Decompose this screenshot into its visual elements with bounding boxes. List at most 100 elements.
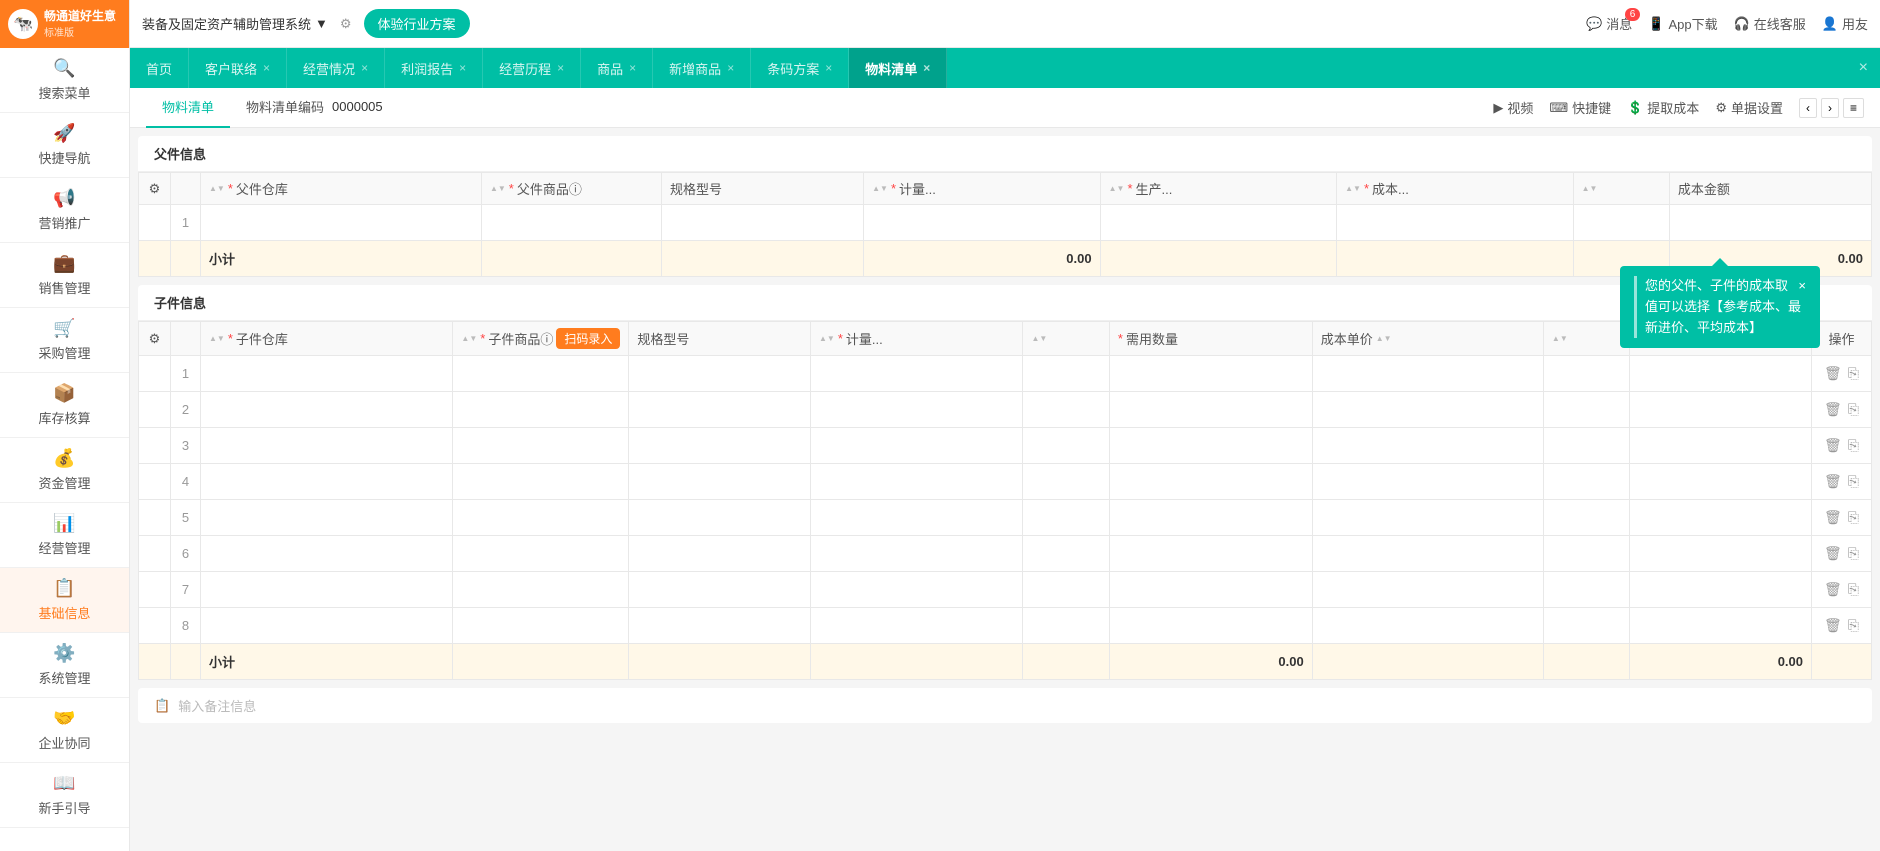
exp-btn[interactable]: 体验行业方案	[364, 9, 470, 38]
delete-row4-icon[interactable]: 🗑	[1824, 473, 1842, 490]
action-cost[interactable]: 💲提取成本	[1627, 98, 1699, 117]
child-row6-qty[interactable]	[810, 536, 1022, 572]
child-row1-qty[interactable]	[810, 356, 1022, 392]
settings-icon[interactable]: ⚙	[340, 16, 352, 32]
nav-tab-goods[interactable]: 商品×	[581, 48, 653, 88]
copy-row3-icon[interactable]: ⎘	[1848, 437, 1859, 454]
delete-row1-icon[interactable]: 🗑	[1824, 365, 1842, 382]
close-operations-icon[interactable]: ×	[361, 61, 368, 75]
child-row3-qty-needed[interactable]	[1109, 428, 1312, 464]
child-row6-product[interactable]	[453, 536, 629, 572]
nav-tab-barcode[interactable]: 条码方案×	[751, 48, 849, 88]
sidebar-item-marketing[interactable]: 📢营销推广	[0, 178, 129, 243]
list-btn[interactable]: ≡	[1843, 98, 1864, 118]
delete-row6-icon[interactable]: 🗑	[1824, 545, 1842, 562]
close-bom-icon[interactable]: ×	[923, 61, 930, 75]
copy-row1-icon[interactable]: ⎘	[1848, 365, 1859, 382]
topbar-app[interactable]: 📱App下载	[1648, 14, 1717, 33]
parent-row1-product[interactable]	[481, 205, 661, 241]
child-row4-warehouse[interactable]	[201, 464, 453, 500]
copy-row6-icon[interactable]: ⎘	[1848, 545, 1859, 562]
system-selector[interactable]: 装备及固定资产辅助管理系统 ▼	[142, 14, 328, 33]
child-row5-unit-cost[interactable]	[1312, 500, 1543, 536]
child-row8-warehouse[interactable]	[201, 608, 453, 644]
parent-row1-produce[interactable]	[1100, 205, 1337, 241]
prev-btn[interactable]: ‹	[1799, 98, 1817, 118]
child-row8-qty[interactable]	[810, 608, 1022, 644]
delete-row8-icon[interactable]: 🗑	[1824, 617, 1842, 634]
parent-row1-warehouse[interactable]	[201, 205, 482, 241]
copy-row8-icon[interactable]: ⎘	[1848, 617, 1859, 634]
close-history-icon[interactable]: ×	[557, 61, 564, 75]
child-row1-spec[interactable]	[629, 356, 811, 392]
child-row8-unit-cost[interactable]	[1312, 608, 1543, 644]
child-row5-qty-needed[interactable]	[1109, 500, 1312, 536]
child-row6-qty-needed[interactable]	[1109, 536, 1312, 572]
action-settings[interactable]: ⚙单据设置	[1715, 98, 1783, 117]
delete-row5-icon[interactable]: 🗑	[1824, 509, 1842, 526]
child-row6-spec[interactable]	[629, 536, 811, 572]
copy-row4-icon[interactable]: ⎘	[1848, 473, 1859, 490]
child-row6-unit-cost[interactable]	[1312, 536, 1543, 572]
topbar-service[interactable]: 🎧在线客服	[1734, 14, 1806, 33]
child-row4-unit-cost[interactable]	[1312, 464, 1543, 500]
sidebar-item-finance[interactable]: 💰资金管理	[0, 438, 129, 503]
child-th-settings[interactable]: ⚙	[139, 322, 171, 356]
parent-row1-qty[interactable]	[864, 205, 1101, 241]
child-row1-product[interactable]	[453, 356, 629, 392]
child-row7-spec[interactable]	[629, 572, 811, 608]
nav-tab-client[interactable]: 客户联络×	[189, 48, 287, 88]
parent-th-settings[interactable]: ⚙	[139, 173, 171, 205]
close-all-tabs-btn[interactable]: ×	[1847, 59, 1880, 77]
delete-row2-icon[interactable]: 🗑	[1824, 401, 1842, 418]
child-row3-qty[interactable]	[810, 428, 1022, 464]
child-row2-qty-needed[interactable]	[1109, 392, 1312, 428]
sidebar-item-sales[interactable]: 💼销售管理	[0, 243, 129, 308]
sidebar-item-search[interactable]: 🔍搜索菜单	[0, 48, 129, 113]
child-row5-qty[interactable]	[810, 500, 1022, 536]
child-row1-unit-cost[interactable]	[1312, 356, 1543, 392]
close-profit-icon[interactable]: ×	[459, 61, 466, 75]
action-video[interactable]: ▶视频	[1493, 98, 1533, 117]
child-row3-warehouse[interactable]	[201, 428, 453, 464]
copy-row7-icon[interactable]: ⎘	[1848, 581, 1859, 598]
parent-row1-cost[interactable]	[1337, 205, 1574, 241]
sidebar-item-inventory[interactable]: 📦库存核算	[0, 373, 129, 438]
sidebar-item-system[interactable]: ⚙️系统管理	[0, 633, 129, 698]
scan-btn[interactable]: 扫码录入	[556, 328, 620, 349]
child-row5-warehouse[interactable]	[201, 500, 453, 536]
topbar-msg[interactable]: 💬消息6	[1586, 14, 1632, 33]
child-row7-qty[interactable]	[810, 572, 1022, 608]
nav-tab-profit[interactable]: 利润报告×	[385, 48, 483, 88]
child-row2-product[interactable]	[453, 392, 629, 428]
child-row4-qty-needed[interactable]	[1109, 464, 1312, 500]
child-row7-qty-needed[interactable]	[1109, 572, 1312, 608]
child-row4-spec[interactable]	[629, 464, 811, 500]
sidebar-item-guide[interactable]: 📖新手引导	[0, 763, 129, 828]
topbar-user[interactable]: 👤用友	[1822, 14, 1868, 33]
delete-row3-icon[interactable]: 🗑	[1824, 437, 1842, 454]
child-row5-spec[interactable]	[629, 500, 811, 536]
nav-tab-bom[interactable]: 物料清单×	[849, 48, 947, 88]
child-row4-qty[interactable]	[810, 464, 1022, 500]
tab-bom-list[interactable]: 物料清单	[146, 88, 230, 128]
child-row3-spec[interactable]	[629, 428, 811, 464]
child-row3-product[interactable]	[453, 428, 629, 464]
child-row3-unit-cost[interactable]	[1312, 428, 1543, 464]
child-row8-spec[interactable]	[629, 608, 811, 644]
copy-row2-icon[interactable]: ⎘	[1848, 401, 1859, 418]
nav-tab-newgoods[interactable]: 新增商品×	[653, 48, 751, 88]
child-row8-product[interactable]	[453, 608, 629, 644]
parent-row1-spec[interactable]	[661, 205, 863, 241]
sidebar-item-enterprise[interactable]: 🤝企业协同	[0, 698, 129, 763]
child-row7-warehouse[interactable]	[201, 572, 453, 608]
child-row8-qty-needed[interactable]	[1109, 608, 1312, 644]
child-row4-product[interactable]	[453, 464, 629, 500]
nav-tab-operations[interactable]: 经营情况×	[287, 48, 385, 88]
tab-bom-code[interactable]: 物料清单编码 0000005	[230, 88, 399, 128]
close-client-icon[interactable]: ×	[263, 61, 270, 75]
nav-tab-home[interactable]: 首页	[130, 48, 189, 88]
child-row2-spec[interactable]	[629, 392, 811, 428]
child-row2-qty[interactable]	[810, 392, 1022, 428]
child-row1-warehouse[interactable]	[201, 356, 453, 392]
